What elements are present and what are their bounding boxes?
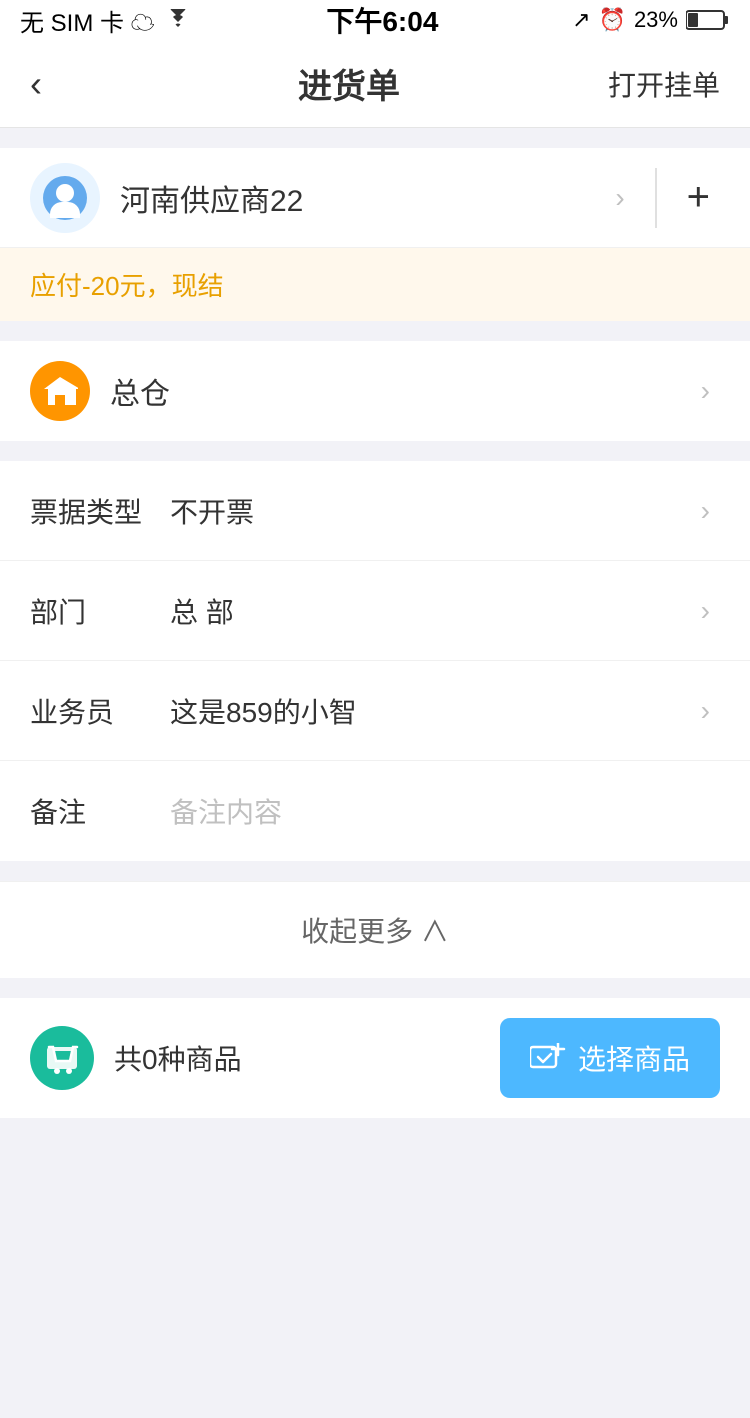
status-bar: 无 SIM 卡 ☁ 下午6:04 ↗ ⏰ 23% [0,0,750,40]
warehouse-icon [30,361,90,421]
battery-icon [686,9,730,31]
invoice-chevron-icon: › [701,495,710,527]
section-gap-1 [0,128,750,148]
staff-value: 这是859的小智 [170,691,701,731]
collapse-button[interactable]: 收起更多 ∧ [0,881,750,978]
staff-row[interactable]: 业务员 这是859的小智 › [0,661,750,761]
nav-bar: ‹ 进货单 打开挂单 [0,40,750,128]
warehouse-section[interactable]: 总仓 › [0,341,750,441]
supplier-divider [655,168,657,228]
page-title: 进货单 [298,59,400,108]
back-button[interactable]: ‹ [30,63,90,105]
back-icon: ‹ [30,63,42,104]
product-icon [30,1026,94,1090]
form-section: 票据类型 不开票 › 部门 总 部 › 业务员 这是859的小智 › 备注 备注… [0,461,750,861]
sim-label: 无 SIM 卡 ☁ [20,3,155,38]
battery-label: 23% [634,7,678,33]
wifi-icon [163,9,193,31]
department-label: 部门 [30,591,170,631]
remark-label: 备注 [30,791,170,831]
invoice-type-label: 票据类型 [30,491,170,531]
cart-icon [43,1039,81,1077]
invoice-type-value: 不开票 [170,491,701,531]
supplier-chevron-icon: › [615,182,624,214]
staff-label: 业务员 [30,691,170,731]
notice-text: 应付-20元，现结 [30,271,224,301]
remark-row[interactable]: 备注 备注内容 [0,761,750,861]
supplier-section[interactable]: 河南供应商22 › + [0,148,750,248]
select-product-icon [530,1043,566,1073]
select-product-label: 选择商品 [578,1038,690,1078]
warehouse-chevron-icon: › [701,375,710,407]
bottom-space [0,1118,750,1418]
status-left: 无 SIM 卡 ☁ [20,3,193,38]
department-value: 总 部 [170,591,701,631]
open-pending-button[interactable]: 打开挂单 [608,64,720,104]
status-right: ↗ ⏰ 23% [572,7,730,33]
bottom-bar: 共0种商品 选择商品 [0,998,750,1118]
supplier-avatar [30,163,100,233]
location-icon: ↗ [572,7,590,33]
notice-bar: 应付-20元，现结 [0,248,750,321]
alarm-icon: ⏰ [599,7,626,33]
collapse-label: 收起更多 ∧ [301,910,449,950]
invoice-type-row[interactable]: 票据类型 不开票 › [0,461,750,561]
staff-chevron-icon: › [701,695,710,727]
warehouse-name: 总仓 [110,369,701,413]
house-icon [42,373,78,409]
select-product-button[interactable]: 选择商品 [500,1018,720,1098]
department-row[interactable]: 部门 总 部 › [0,561,750,661]
avatar-person-icon [43,176,87,220]
remark-input[interactable]: 备注内容 [170,791,720,831]
product-count-label: 共0种商品 [114,1038,500,1078]
supplier-add-button[interactable]: + [677,165,720,230]
department-chevron-icon: › [701,595,710,627]
supplier-name: 河南供应商22 [120,176,615,220]
status-time: 下午6:04 [326,0,438,40]
